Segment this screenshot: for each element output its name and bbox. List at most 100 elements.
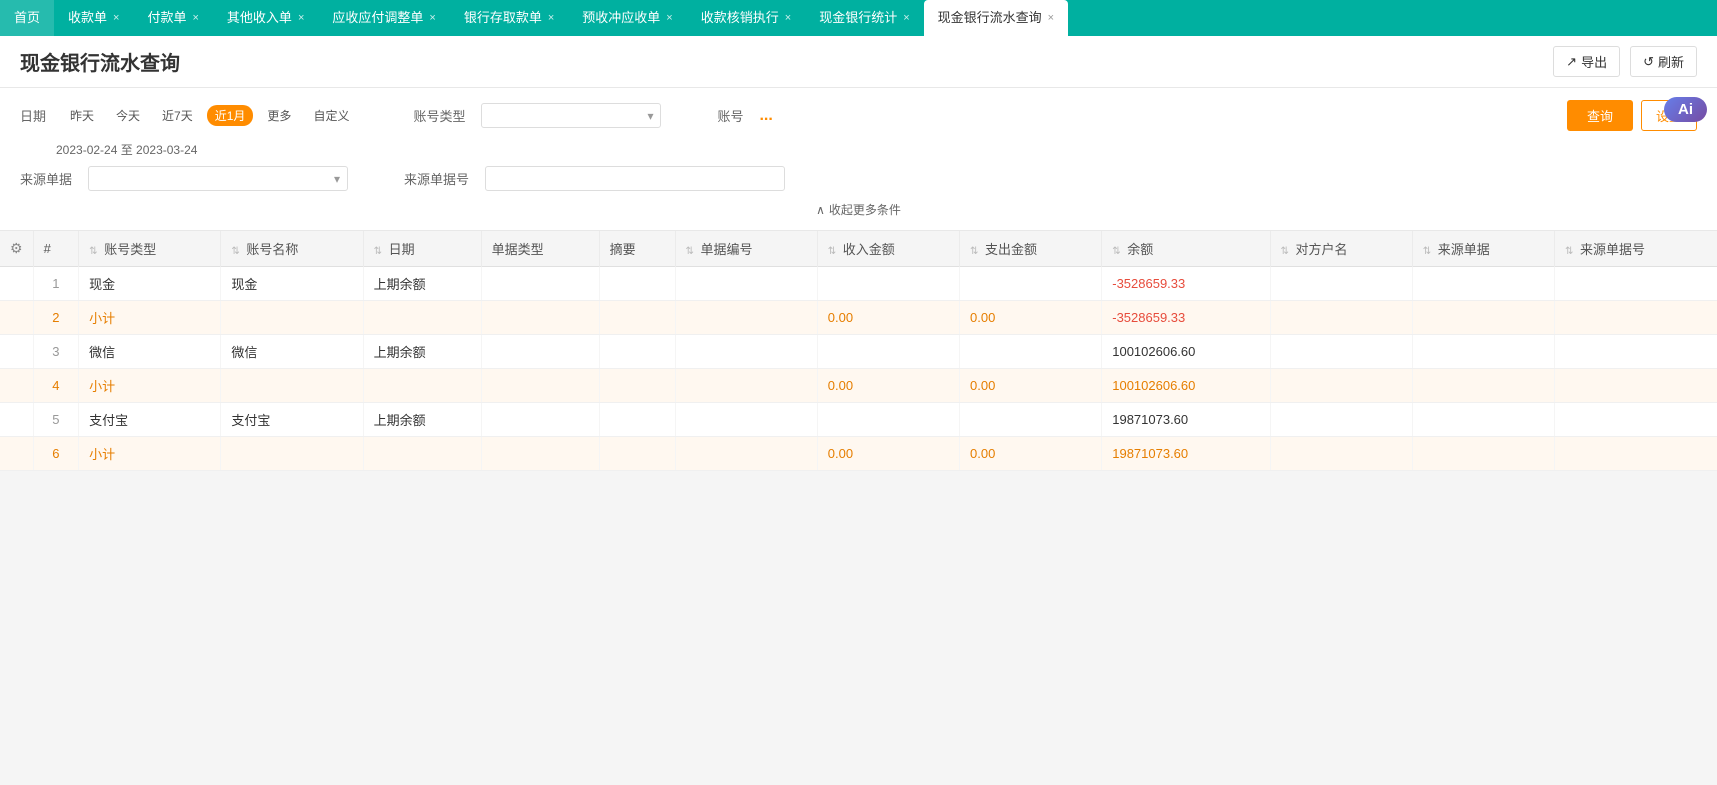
th-balance[interactable]: ⇅ 余额 bbox=[1102, 231, 1270, 267]
nav-verify[interactable]: 收款核销执行 × bbox=[687, 0, 805, 36]
cell-account-type: 小计 bbox=[79, 301, 221, 335]
cell-account-type: 现金 bbox=[79, 267, 221, 301]
gear-icon[interactable]: ⚙ bbox=[10, 240, 23, 256]
nav-receipt-close[interactable]: × bbox=[113, 0, 119, 36]
cell-expense bbox=[960, 267, 1102, 301]
nav-stats-close[interactable]: × bbox=[903, 0, 909, 36]
th-account-type-label: 账号类型 bbox=[104, 242, 156, 257]
nav-other-income[interactable]: 其他收入单 × bbox=[213, 0, 318, 36]
cell-account-name: 现金 bbox=[221, 267, 363, 301]
cell-source-doc bbox=[1412, 335, 1554, 369]
cell-doc-number bbox=[675, 437, 817, 471]
collapse-bar[interactable]: ∧ 收起更多条件 bbox=[20, 201, 1697, 218]
cell-balance: -3528659.33 bbox=[1102, 267, 1270, 301]
nav-cashflow-close[interactable]: × bbox=[1048, 0, 1054, 36]
cell-source-doc bbox=[1412, 437, 1554, 471]
th-account-name-label: 账号名称 bbox=[246, 242, 298, 257]
export-button[interactable]: ↗ 导出 bbox=[1553, 46, 1620, 77]
cell-num: 6 bbox=[33, 437, 79, 471]
nav-cashflow[interactable]: 现金银行流水查询 × bbox=[924, 0, 1068, 36]
date-opt-custom[interactable]: 自定义 bbox=[305, 105, 357, 126]
cell-doc-type bbox=[481, 335, 599, 369]
page-header: 现金银行流水查询 ↗ 导出 ↺ 刷新 bbox=[0, 36, 1717, 88]
th-summary: 摘要 bbox=[599, 231, 675, 267]
nav-adjust-close[interactable]: × bbox=[429, 0, 435, 36]
source-doc-number-input[interactable] bbox=[485, 166, 785, 191]
cell-date bbox=[363, 369, 481, 403]
cell-counterparty bbox=[1270, 301, 1412, 335]
date-opt-today[interactable]: 今天 bbox=[108, 105, 148, 126]
cell-balance: -3528659.33 bbox=[1102, 301, 1270, 335]
date-opt-7days[interactable]: 近7天 bbox=[154, 105, 201, 126]
sort-icon-balance: ⇅ bbox=[1112, 246, 1120, 257]
export-icon: ↗ bbox=[1566, 54, 1577, 70]
cell-account-type: 小计 bbox=[79, 369, 221, 403]
cell-expense: 0.00 bbox=[960, 437, 1102, 471]
cell-source-doc bbox=[1412, 267, 1554, 301]
th-doc-number[interactable]: ⇅ 单据编号 bbox=[675, 231, 817, 267]
th-num: # bbox=[33, 231, 79, 267]
source-doc-select[interactable] bbox=[88, 166, 348, 191]
nav-home-label: 首页 bbox=[14, 0, 40, 36]
th-expense[interactable]: ⇅ 支出金额 bbox=[960, 231, 1102, 267]
nav-prepay-label: 预收冲应收单 bbox=[582, 0, 660, 36]
th-source-doc[interactable]: ⇅ 来源单据 bbox=[1412, 231, 1554, 267]
th-doc-number-label: 单据编号 bbox=[701, 242, 753, 257]
cell-date bbox=[363, 301, 481, 335]
nav-other-income-close[interactable]: × bbox=[298, 0, 304, 36]
nav-bank-deposit[interactable]: 银行存取款单 × bbox=[450, 0, 568, 36]
nav-stats[interactable]: 现金银行统计 × bbox=[805, 0, 923, 36]
cell-source-doc-num bbox=[1554, 369, 1717, 403]
th-account-name[interactable]: ⇅ 账号名称 bbox=[221, 231, 363, 267]
collapse-up-icon: ∧ bbox=[816, 203, 825, 217]
account-type-select[interactable] bbox=[481, 103, 661, 128]
account-dots[interactable]: ... bbox=[759, 107, 772, 125]
cell-summary bbox=[599, 335, 675, 369]
th-gear[interactable]: ⚙ bbox=[0, 231, 33, 267]
th-date[interactable]: ⇅ 日期 bbox=[363, 231, 481, 267]
th-balance-label: 余额 bbox=[1127, 242, 1153, 257]
cell-source-doc bbox=[1412, 301, 1554, 335]
export-label: 导出 bbox=[1581, 52, 1607, 71]
cell-account-type: 支付宝 bbox=[79, 403, 221, 437]
th-counterparty[interactable]: ⇅ 对方户名 bbox=[1270, 231, 1412, 267]
cell-expense: 0.00 bbox=[960, 369, 1102, 403]
nav-adjust[interactable]: 应收应付调整单 × bbox=[318, 0, 449, 36]
cell-counterparty bbox=[1270, 403, 1412, 437]
query-button[interactable]: 查询 bbox=[1567, 100, 1633, 131]
th-income[interactable]: ⇅ 收入金额 bbox=[817, 231, 959, 267]
nav-bank-deposit-close[interactable]: × bbox=[548, 0, 554, 36]
date-opt-more[interactable]: 更多 bbox=[259, 105, 299, 126]
source-doc-label: 来源单据 bbox=[20, 169, 72, 188]
th-account-type[interactable]: ⇅ 账号类型 bbox=[79, 231, 221, 267]
nav-verify-close[interactable]: × bbox=[785, 0, 791, 36]
account-type-select-wrapper bbox=[481, 103, 661, 128]
ai-badge[interactable]: Ai bbox=[1664, 97, 1707, 122]
th-summary-label: 摘要 bbox=[610, 242, 636, 257]
header-actions: ↗ 导出 ↺ 刷新 bbox=[1553, 46, 1697, 77]
nav-payment[interactable]: 付款单 × bbox=[133, 0, 212, 36]
date-opt-yesterday[interactable]: 昨天 bbox=[62, 105, 102, 126]
refresh-button[interactable]: ↺ 刷新 bbox=[1630, 46, 1697, 77]
cell-account-name: 支付宝 bbox=[221, 403, 363, 437]
cell-income: 0.00 bbox=[817, 437, 959, 471]
nav-payment-close[interactable]: × bbox=[192, 0, 198, 36]
sort-icon-account-type: ⇅ bbox=[89, 246, 97, 257]
th-source-doc-num[interactable]: ⇅ 来源单据号 bbox=[1554, 231, 1717, 267]
nav-home[interactable]: 首页 bbox=[0, 0, 54, 36]
cell-num: 3 bbox=[33, 335, 79, 369]
th-doc-type-label: 单据类型 bbox=[492, 242, 544, 257]
date-range-text: 2023-02-24 至 2023-03-24 bbox=[56, 143, 197, 157]
nav-payment-label: 付款单 bbox=[147, 0, 186, 36]
cell-summary bbox=[599, 301, 675, 335]
nav-receipt[interactable]: 收款单 × bbox=[54, 0, 133, 36]
table-row: 2 小计 0.00 0.00 -3528659.33 bbox=[0, 301, 1717, 335]
nav-prepay[interactable]: 预收冲应收单 × bbox=[568, 0, 686, 36]
cell-gear bbox=[0, 437, 33, 471]
cell-gear bbox=[0, 301, 33, 335]
data-table: ⚙ # ⇅ 账号类型 ⇅ 账号名称 ⇅ 日期 单据类型 bbox=[0, 231, 1717, 471]
cell-balance: 19871073.60 bbox=[1102, 437, 1270, 471]
nav-prepay-close[interactable]: × bbox=[666, 0, 672, 36]
cell-source-doc bbox=[1412, 369, 1554, 403]
date-opt-1month[interactable]: 近1月 bbox=[207, 105, 254, 126]
